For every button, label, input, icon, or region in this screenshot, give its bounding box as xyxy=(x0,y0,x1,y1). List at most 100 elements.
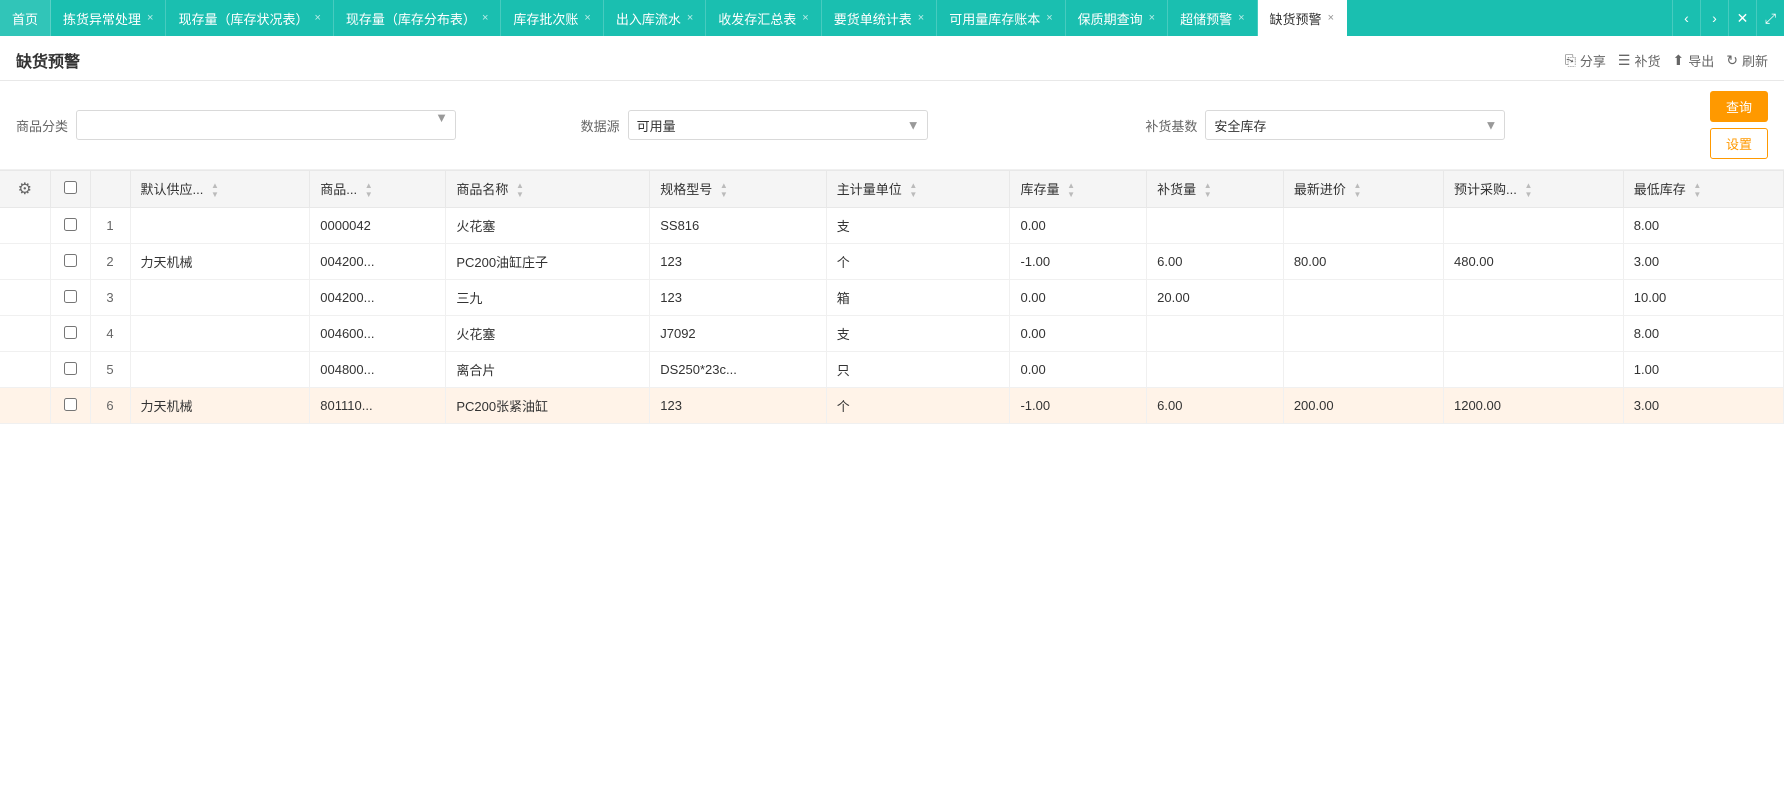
replenish-base-select-wrapper: 安全库存 ▼ xyxy=(1205,110,1505,140)
row-est-purchase-6: 1200.00 xyxy=(1443,388,1623,424)
row-latest-price-3 xyxy=(1283,280,1443,316)
close-inventory-dist-tab[interactable]: × xyxy=(482,12,488,24)
data-table: ⚙ 默认供应... ▲ ▼ 商品... xyxy=(0,170,1784,424)
col-header-checkbox xyxy=(50,171,90,208)
tab-order-stats[interactable]: 要货单统计表 × xyxy=(822,0,937,36)
col-header-code: 商品... ▲ ▼ xyxy=(310,171,446,208)
sort-name[interactable]: ▲ ▼ xyxy=(516,182,524,199)
tab-inout-flow[interactable]: 出入库流水 × xyxy=(604,0,706,36)
close-exception-tab[interactable]: × xyxy=(147,12,153,24)
row-checkbox-2[interactable] xyxy=(64,254,77,267)
replenish-button[interactable]: ☰ 补货 xyxy=(1618,51,1661,70)
row-latest-price-2: 80.00 xyxy=(1283,244,1443,280)
row-checkbox-6[interactable] xyxy=(64,398,77,411)
table-settings-icon[interactable]: ⚙ xyxy=(18,181,32,198)
refresh-icon: ↻ xyxy=(1726,52,1738,69)
close-recv-summary-tab[interactable]: × xyxy=(802,12,808,24)
share-button[interactable]: ⎘ 分享 xyxy=(1565,51,1606,70)
sort-unit[interactable]: ▲ ▼ xyxy=(909,182,917,199)
replenish-base-select[interactable]: 安全库存 xyxy=(1205,110,1505,140)
row-num-1: 1 xyxy=(90,208,130,244)
select-all-checkbox[interactable] xyxy=(64,181,77,194)
sort-stock[interactable]: ▲ ▼ xyxy=(1067,182,1075,199)
row-unit-5: 只 xyxy=(826,352,1010,388)
page-header: 缺货预警 ⎘ 分享 ☰ 补货 ⬆ 导出 ↻ 刷新 xyxy=(0,36,1784,81)
row-name-4: 火花塞 xyxy=(446,316,650,352)
row-latest-price-4 xyxy=(1283,316,1443,352)
tab-overstock[interactable]: 超储预警 × xyxy=(1168,0,1257,36)
close-order-stats-tab[interactable]: × xyxy=(918,12,924,24)
category-select-wrapper: ▼ xyxy=(76,110,456,140)
row-est-purchase-2: 480.00 xyxy=(1443,244,1623,280)
row-stock-1: 0.00 xyxy=(1010,208,1147,244)
col-header-latest-price: 最新进价 ▲ ▼ xyxy=(1283,171,1443,208)
tab-available-ledger[interactable]: 可用量库存账本 × xyxy=(937,0,1065,36)
close-shortage-tab[interactable]: × xyxy=(1328,12,1334,24)
close-overstock-tab[interactable]: × xyxy=(1238,12,1244,24)
row-est-purchase-5 xyxy=(1443,352,1623,388)
header-actions: ⎘ 分享 ☰ 补货 ⬆ 导出 ↻ 刷新 xyxy=(1565,51,1768,70)
row-latest-price-1 xyxy=(1283,208,1443,244)
sort-supplier[interactable]: ▲ ▼ xyxy=(211,182,219,199)
settings-button[interactable]: 设置 xyxy=(1710,128,1768,159)
tab-next-button[interactable]: › xyxy=(1700,0,1728,36)
sort-latest-price[interactable]: ▲ ▼ xyxy=(1353,182,1361,199)
tab-inventory-status[interactable]: 现存量（库存状况表） × xyxy=(166,0,333,36)
row-spec-3: 123 xyxy=(650,280,827,316)
row-spec-2: 123 xyxy=(650,244,827,280)
row-code-6: 801110... xyxy=(310,388,446,424)
sort-spec[interactable]: ▲ ▼ xyxy=(720,182,728,199)
tab-recv-summary[interactable]: 收发存汇总表 × xyxy=(706,0,821,36)
row-num-6: 6 xyxy=(90,388,130,424)
table-row: 5 004800... 离合片 DS250*23c... 只 0.00 1.00 xyxy=(0,352,1784,388)
row-checkbox-cell xyxy=(50,208,90,244)
replenish-base-label: 补货基数 xyxy=(1145,116,1197,135)
export-button[interactable]: ⬆ 导出 xyxy=(1673,51,1715,70)
sort-replenish[interactable]: ▲ ▼ xyxy=(1204,182,1212,199)
row-code-1: 0000042 xyxy=(310,208,446,244)
export-icon: ⬆ xyxy=(1673,52,1685,69)
sort-est-purchase[interactable]: ▲ ▼ xyxy=(1524,182,1532,199)
close-inout-flow-tab[interactable]: × xyxy=(687,12,693,24)
datasource-select[interactable]: 可用量 xyxy=(628,110,928,140)
row-spec-4: J7092 xyxy=(650,316,827,352)
tab-inventory-dist[interactable]: 现存量（库存分布表） × xyxy=(334,0,501,36)
category-input[interactable] xyxy=(76,110,456,140)
col-header-name: 商品名称 ▲ ▼ xyxy=(446,171,650,208)
row-stock-5: 0.00 xyxy=(1010,352,1147,388)
row-spec-5: DS250*23c... xyxy=(650,352,827,388)
row-unit-3: 箱 xyxy=(826,280,1010,316)
table-body: 1 0000042 火花塞 SS816 支 0.00 8.00 2 力天机械 0… xyxy=(0,208,1784,424)
row-checkbox-5[interactable] xyxy=(64,362,77,375)
sort-min-stock[interactable]: ▲ ▼ xyxy=(1693,182,1701,199)
col-header-replenish: 补货量 ▲ ▼ xyxy=(1147,171,1284,208)
tab-home[interactable]: 首页 xyxy=(0,0,51,36)
row-checkbox-cell xyxy=(50,316,90,352)
close-batch-account-tab[interactable]: × xyxy=(584,12,590,24)
tab-bar: 首页 拣货异常处理 × 现存量（库存状况表） × 现存量（库存分布表） × 库存… xyxy=(0,0,1784,36)
row-num-3: 3 xyxy=(90,280,130,316)
tab-batch-account[interactable]: 库存批次账 × xyxy=(501,0,603,36)
close-available-ledger-tab[interactable]: × xyxy=(1046,12,1052,24)
row-replenish-2: 6.00 xyxy=(1147,244,1284,280)
tab-maximize-button[interactable]: ⤢ xyxy=(1756,0,1784,36)
tab-close-all-button[interactable]: ✕ xyxy=(1728,0,1756,36)
close-inventory-status-tab[interactable]: × xyxy=(314,12,320,24)
row-stock-4: 0.00 xyxy=(1010,316,1147,352)
tab-expiry-query[interactable]: 保质期查询 × xyxy=(1066,0,1168,36)
row-checkbox-4[interactable] xyxy=(64,326,77,339)
sort-code[interactable]: ▲ ▼ xyxy=(365,182,373,199)
table-row: 2 力天机械 004200... PC200油缸庄子 123 个 -1.00 6… xyxy=(0,244,1784,280)
row-checkbox-3[interactable] xyxy=(64,290,77,303)
tab-shortage[interactable]: 缺货预警 × xyxy=(1258,0,1347,36)
row-checkbox-1[interactable] xyxy=(64,218,77,231)
tab-exception[interactable]: 拣货异常处理 × xyxy=(51,0,166,36)
query-button[interactable]: 查询 xyxy=(1710,91,1768,122)
row-settings-cell xyxy=(0,208,50,244)
row-supplier-1 xyxy=(130,208,310,244)
refresh-button[interactable]: ↻ 刷新 xyxy=(1726,51,1768,70)
col-header-unit: 主计量单位 ▲ ▼ xyxy=(826,171,1010,208)
tab-prev-button[interactable]: ‹ xyxy=(1672,0,1700,36)
close-expiry-query-tab[interactable]: × xyxy=(1149,12,1155,24)
row-min-stock-4: 8.00 xyxy=(1623,316,1783,352)
